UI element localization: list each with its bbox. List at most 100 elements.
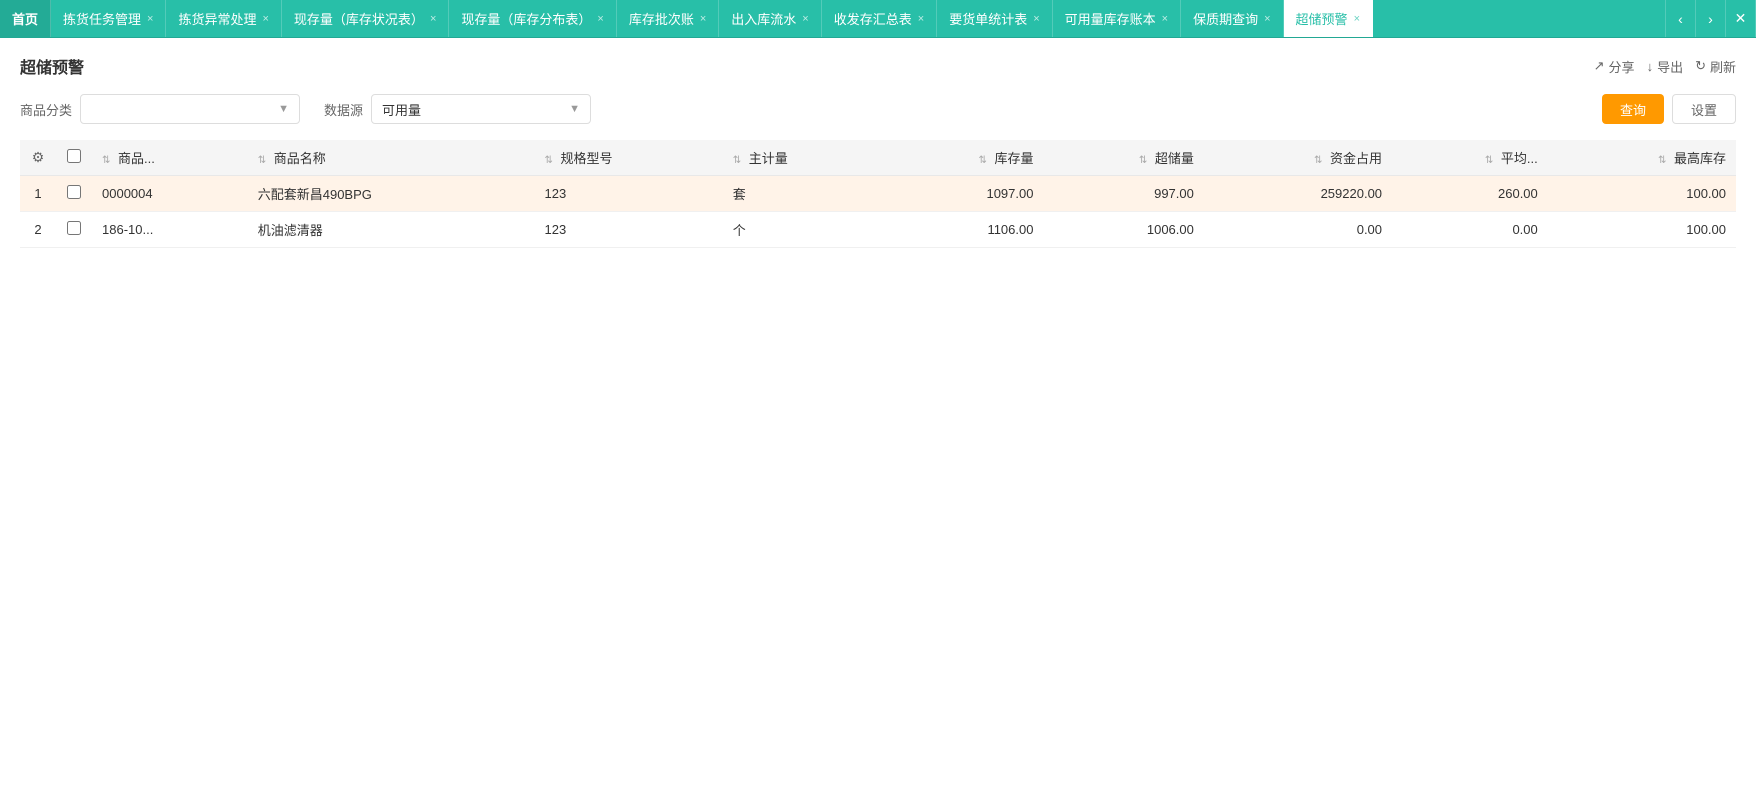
row-unit-0: 套 — [723, 176, 883, 212]
sort-overstock-icon: ⇅ — [1139, 155, 1147, 166]
export-icon: ↓ — [1647, 59, 1654, 74]
row-checkbox-1 — [56, 212, 92, 248]
row-capital-1: 0.00 — [1204, 212, 1392, 248]
column-inventory[interactable]: ⇅ 库存量 — [883, 140, 1043, 176]
sort-capital-icon: ⇅ — [1314, 155, 1322, 166]
page-title: 超储预警 — [20, 54, 84, 78]
config-icon[interactable]: ⚙ — [32, 149, 45, 165]
row-spec-0: 123 — [535, 176, 723, 212]
row-product-name-1: 机油滤清器 — [248, 212, 535, 248]
nav-inout-flow[interactable]: 出入库流水 × — [719, 0, 821, 37]
row-overstock-0: 997.00 — [1043, 176, 1203, 212]
query-button[interactable]: 查询 — [1602, 94, 1664, 124]
top-navigation: 首页 拣货任务管理 × 拣货异常处理 × 现存量（库存状况表） × 现存量（库存… — [0, 0, 1756, 38]
column-max-stock[interactable]: ⇅ 最高库存 — [1548, 140, 1736, 176]
row-inventory-1: 1106.00 — [883, 212, 1043, 248]
row-select-1[interactable] — [67, 221, 81, 235]
close-order-stats[interactable]: × — [1033, 13, 1039, 25]
row-spec-1: 123 — [535, 212, 723, 248]
row-product-code-1: 186-10... — [92, 212, 248, 248]
datasource-filter-group: 数据源 可用量 ▼ — [324, 94, 591, 124]
sort-unit-icon: ⇅ — [733, 155, 741, 166]
nav-arrow-left[interactable]: ‹ — [1666, 0, 1696, 37]
column-config[interactable]: ⚙ — [20, 140, 56, 176]
category-dropdown-icon: ▼ — [278, 103, 289, 115]
row-capital-0: 259220.00 — [1204, 176, 1392, 212]
sort-product-code-icon: ⇅ — [102, 155, 110, 166]
refresh-icon: ↻ — [1695, 58, 1706, 74]
row-num-0: 1 — [20, 176, 56, 212]
column-product-name[interactable]: ⇅ 商品名称 — [248, 140, 535, 176]
column-product-code[interactable]: ⇅ 商品... — [92, 140, 248, 176]
row-select-0[interactable] — [67, 185, 81, 199]
row-product-code-0: 0000004 — [92, 176, 248, 212]
nav-inventory-status[interactable]: 现存量（库存状况表） × — [282, 0, 449, 37]
sort-max-stock-icon: ⇅ — [1658, 155, 1666, 166]
row-max-stock-0: 100.00 — [1548, 176, 1736, 212]
filter-actions: 查询 设置 — [1602, 94, 1736, 124]
data-table: ⚙ ⇅ 商品... ⇅ 商品名称 ⇅ 规格型号 — [20, 140, 1736, 248]
nav-available-inventory[interactable]: 可用量库存账本 × — [1053, 0, 1181, 37]
export-action[interactable]: ↓ 导出 — [1647, 57, 1684, 76]
settings-button[interactable]: 设置 — [1672, 94, 1736, 124]
sort-product-name-icon: ⇅ — [258, 155, 266, 166]
category-label: 商品分类 — [20, 100, 72, 119]
share-icon: ↗ — [1594, 58, 1605, 74]
column-avg[interactable]: ⇅ 平均... — [1392, 140, 1548, 176]
column-checkbox — [56, 140, 92, 176]
table-row: 2 186-10... 机油滤清器 123 个 1106.00 1006.00 … — [20, 212, 1736, 248]
table-container: ⚙ ⇅ 商品... ⇅ 商品名称 ⇅ 规格型号 — [20, 140, 1736, 248]
nav-inventory-batch[interactable]: 库存批次账 × — [617, 0, 719, 37]
row-inventory-0: 1097.00 — [883, 176, 1043, 212]
close-inout-flow[interactable]: × — [802, 13, 808, 25]
close-receive-summary[interactable]: × — [918, 13, 924, 25]
datasource-select[interactable]: 可用量 ▼ — [371, 94, 591, 124]
close-inventory-dist[interactable]: × — [597, 13, 603, 25]
table-body: 1 0000004 六配套新昌490BPG 123 套 1097.00 997.… — [20, 176, 1736, 248]
row-num-1: 2 — [20, 212, 56, 248]
close-available-inventory[interactable]: × — [1162, 13, 1168, 25]
refresh-action[interactable]: ↻ 刷新 — [1695, 57, 1736, 76]
share-action[interactable]: ↗ 分享 — [1594, 57, 1635, 76]
page-actions: ↗ 分享 ↓ 导出 ↻ 刷新 — [1594, 57, 1736, 76]
close-picking-task[interactable]: × — [147, 13, 153, 25]
row-product-name-0: 六配套新昌490BPG — [248, 176, 535, 212]
page-content: 超储预警 ↗ 分享 ↓ 导出 ↻ 刷新 商品分类 ▼ 数据源 — [0, 38, 1756, 800]
sort-inventory-icon: ⇅ — [978, 155, 986, 166]
close-overstock-warning[interactable]: × — [1354, 13, 1360, 25]
sort-avg-icon: ⇅ — [1485, 155, 1493, 166]
column-spec[interactable]: ⇅ 规格型号 — [535, 140, 723, 176]
row-max-stock-1: 100.00 — [1548, 212, 1736, 248]
table-header-row: ⚙ ⇅ 商品... ⇅ 商品名称 ⇅ 规格型号 — [20, 140, 1736, 176]
datasource-label: 数据源 — [324, 100, 363, 119]
page-header: 超储预警 ↗ 分享 ↓ 导出 ↻ 刷新 — [20, 54, 1736, 78]
column-capital[interactable]: ⇅ 资金占用 — [1204, 140, 1392, 176]
filter-row: 商品分类 ▼ 数据源 可用量 ▼ 查询 设置 — [20, 94, 1736, 124]
nav-receive-summary[interactable]: 收发存汇总表 × — [822, 0, 937, 37]
nav-home[interactable]: 首页 — [0, 0, 51, 37]
category-filter-group: 商品分类 ▼ — [20, 94, 300, 124]
datasource-select-text: 可用量 — [382, 100, 569, 119]
close-inventory-status[interactable]: × — [430, 13, 436, 25]
nav-arrow-right[interactable]: › — [1696, 0, 1726, 37]
nav-inventory-dist[interactable]: 现存量（库存分布表） × — [449, 0, 616, 37]
column-overstock[interactable]: ⇅ 超储量 — [1043, 140, 1203, 176]
nav-arrows: ‹ › ✕ — [1665, 0, 1756, 37]
select-all-checkbox[interactable] — [67, 149, 81, 163]
nav-picking-exception[interactable]: 拣货异常处理 × — [166, 0, 281, 37]
nav-arrow-close[interactable]: ✕ — [1726, 0, 1756, 37]
nav-picking-task[interactable]: 拣货任务管理 × — [51, 0, 166, 37]
nav-order-stats[interactable]: 要货单统计表 × — [937, 0, 1052, 37]
nav-quality-period[interactable]: 保质期查询 × — [1181, 0, 1283, 37]
category-select[interactable]: ▼ — [80, 94, 300, 124]
close-inventory-batch[interactable]: × — [700, 13, 706, 25]
close-picking-exception[interactable]: × — [262, 13, 268, 25]
row-overstock-1: 1006.00 — [1043, 212, 1203, 248]
row-checkbox-0 — [56, 176, 92, 212]
row-avg-1: 0.00 — [1392, 212, 1548, 248]
sort-spec-icon: ⇅ — [545, 155, 553, 166]
column-unit[interactable]: ⇅ 主计量 — [723, 140, 883, 176]
datasource-dropdown-icon: ▼ — [569, 103, 580, 115]
nav-overstock-warning[interactable]: 超储预警 × — [1284, 0, 1373, 37]
close-quality-period[interactable]: × — [1264, 13, 1270, 25]
